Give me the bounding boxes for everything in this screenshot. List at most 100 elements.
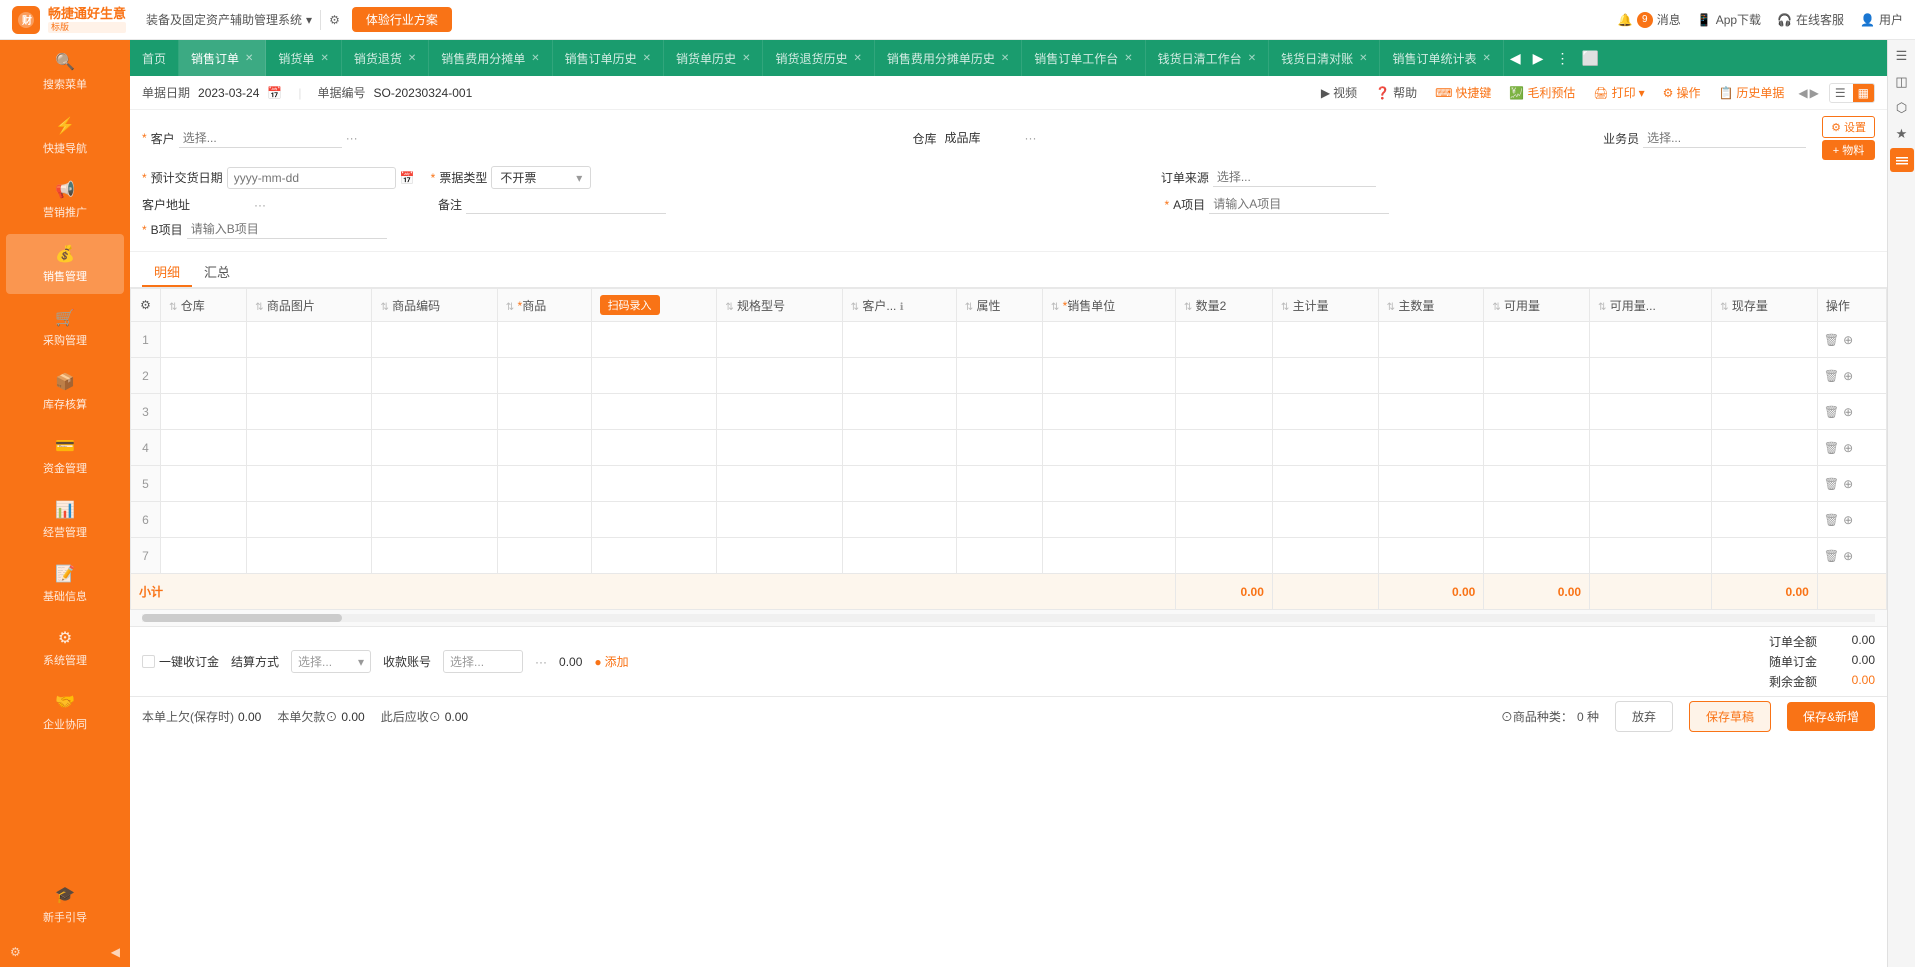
tab-sales-return[interactable]: 销货退货 ✕ [342,40,429,76]
cell-spec[interactable] [717,538,842,574]
cell-main-qty[interactable] [1378,322,1484,358]
cell-available[interactable] [1484,358,1590,394]
cell-available2[interactable] [1590,394,1712,430]
cell-stock[interactable] [1712,466,1818,502]
cell-available2[interactable] [1590,430,1712,466]
settings-btn[interactable]: ⚙ 设置 [1822,116,1875,138]
cell-main-unit[interactable] [1272,502,1378,538]
sidebar-item-guide[interactable]: 🎓 新手引导 [6,875,124,935]
copy-row-icon[interactable]: ⊕ [1843,513,1853,527]
grid-view-icon[interactable]: ▦ [1853,84,1874,102]
cell-spec[interactable] [717,322,842,358]
save-draft-btn[interactable]: 保存草稿 [1689,701,1771,732]
tab-expense-history[interactable]: 销售费用分摊单历史 ✕ [875,40,1022,76]
cell-product-code[interactable] [372,502,497,538]
cell-product-code[interactable] [372,322,497,358]
tab-sales-expense[interactable]: 销售费用分摊单 ✕ [429,40,552,76]
cell-main-qty[interactable] [1378,394,1484,430]
delivery-date-input[interactable] [227,167,396,189]
cell-main-qty[interactable] [1378,502,1484,538]
sidebar-item-marketing[interactable]: 📢 营销推广 [6,170,124,230]
cell-main-unit[interactable] [1272,322,1378,358]
delete-row-icon[interactable]: 🗑 [1824,441,1839,455]
close-tab-icon[interactable]: ✕ [1001,53,1009,64]
cell-spec[interactable] [717,502,842,538]
copy-row-icon[interactable]: ⊕ [1843,441,1853,455]
cell-product-code[interactable] [372,538,497,574]
copy-row-icon[interactable]: ⊕ [1843,477,1853,491]
tab-sales-slip[interactable]: 销货单 ✕ [266,40,341,76]
close-tab-icon[interactable]: ✕ [245,53,253,64]
cell-customer-code[interactable] [842,538,956,574]
hscroll-thumb[interactable] [142,614,342,622]
cell-attr[interactable] [956,466,1042,502]
online-service-btn[interactable]: 🎧 在线客服 [1777,11,1844,28]
profit-btn[interactable]: 💹 毛利预估 [1505,82,1579,103]
cell-warehouse[interactable] [161,358,247,394]
cell-spec[interactable] [717,394,842,430]
cell-main-qty[interactable] [1378,538,1484,574]
add-material-btn[interactable]: + 物料 [1822,140,1875,160]
close-tab-icon[interactable]: ✕ [408,53,416,64]
calendar-icon[interactable]: 📅 [267,86,282,100]
warehouse-more-icon[interactable]: ··· [1025,131,1037,145]
cell-scan[interactable] [591,322,717,358]
close-tab-icon[interactable]: ✕ [320,53,328,64]
calendar2-icon[interactable]: 📅 [400,171,415,185]
sidebar-collapse-icon[interactable]: ◀ [111,945,120,959]
cell-warehouse[interactable] [161,502,247,538]
cell-scan[interactable] [591,358,717,394]
cell-scan[interactable] [591,394,717,430]
notes-input[interactable] [466,195,666,214]
delete-row-icon[interactable]: 🗑 [1824,333,1839,347]
cell-sales-unit[interactable] [1042,466,1175,502]
cell-scan[interactable] [591,502,717,538]
cell-qty2[interactable] [1175,502,1272,538]
cell-product-code[interactable] [372,466,497,502]
tab-cash-workbench[interactable]: 钱货日清工作台 ✕ [1146,40,1269,76]
tab-sales-order[interactable]: 销售订单 ✕ [179,40,266,76]
cell-sales-unit[interactable] [1042,538,1175,574]
sidebar-item-operation[interactable]: 📊 经营管理 [6,490,124,550]
b-project-input[interactable] [187,220,387,239]
copy-row-icon[interactable]: ⊕ [1843,549,1853,563]
col-settings-icon[interactable]: ⚙ [140,298,151,312]
cell-product[interactable] [497,502,591,538]
cell-main-unit[interactable] [1272,430,1378,466]
cell-product[interactable] [497,358,591,394]
cell-attr[interactable] [956,394,1042,430]
cell-customer-code[interactable] [842,430,956,466]
bank-account-select[interactable]: 选择... [443,650,523,673]
cell-available2[interactable] [1590,538,1712,574]
close-tab-icon[interactable]: ✕ [1248,53,1256,64]
help-btn[interactable]: ❓ 帮助 [1371,82,1421,103]
cell-available[interactable] [1484,322,1590,358]
sidebar-item-sales[interactable]: 💰 销售管理 [6,234,124,294]
sidebar-item-search[interactable]: 🔍 搜索菜单 [6,42,124,102]
delete-row-icon[interactable]: 🗑 [1824,369,1839,383]
save-new-btn[interactable]: 保存&新增 [1787,702,1875,731]
cell-main-qty[interactable] [1378,358,1484,394]
cell-spec[interactable] [717,466,842,502]
cell-available[interactable] [1484,502,1590,538]
cell-customer-code[interactable] [842,502,956,538]
cell-customer-code[interactable] [842,394,956,430]
close-tab-icon[interactable]: ✕ [853,53,861,64]
scan-btn[interactable]: 扫码录入 [600,295,660,315]
sidebar-item-system[interactable]: ⚙ 系统管理 [6,618,124,678]
cell-available2[interactable] [1590,502,1712,538]
sidebar-item-enterprise[interactable]: 🤝 企业协同 [6,682,124,742]
rp-btn-2[interactable]: ◫ [1890,70,1914,94]
cell-stock[interactable] [1712,358,1818,394]
cell-product-img[interactable] [247,394,372,430]
cell-warehouse[interactable] [161,466,247,502]
cell-sales-unit[interactable] [1042,358,1175,394]
delete-row-icon[interactable]: 🗑 [1824,405,1839,419]
cell-main-qty[interactable] [1378,466,1484,502]
tab-cash-reconcile[interactable]: 钱货日清对账 ✕ [1269,40,1380,76]
print-btn[interactable]: 🖨 打印 ▾ [1589,82,1648,103]
close-tab-icon[interactable]: ✕ [1124,53,1132,64]
copy-row-icon[interactable]: ⊕ [1843,405,1853,419]
cell-attr[interactable] [956,538,1042,574]
cell-warehouse[interactable] [161,538,247,574]
